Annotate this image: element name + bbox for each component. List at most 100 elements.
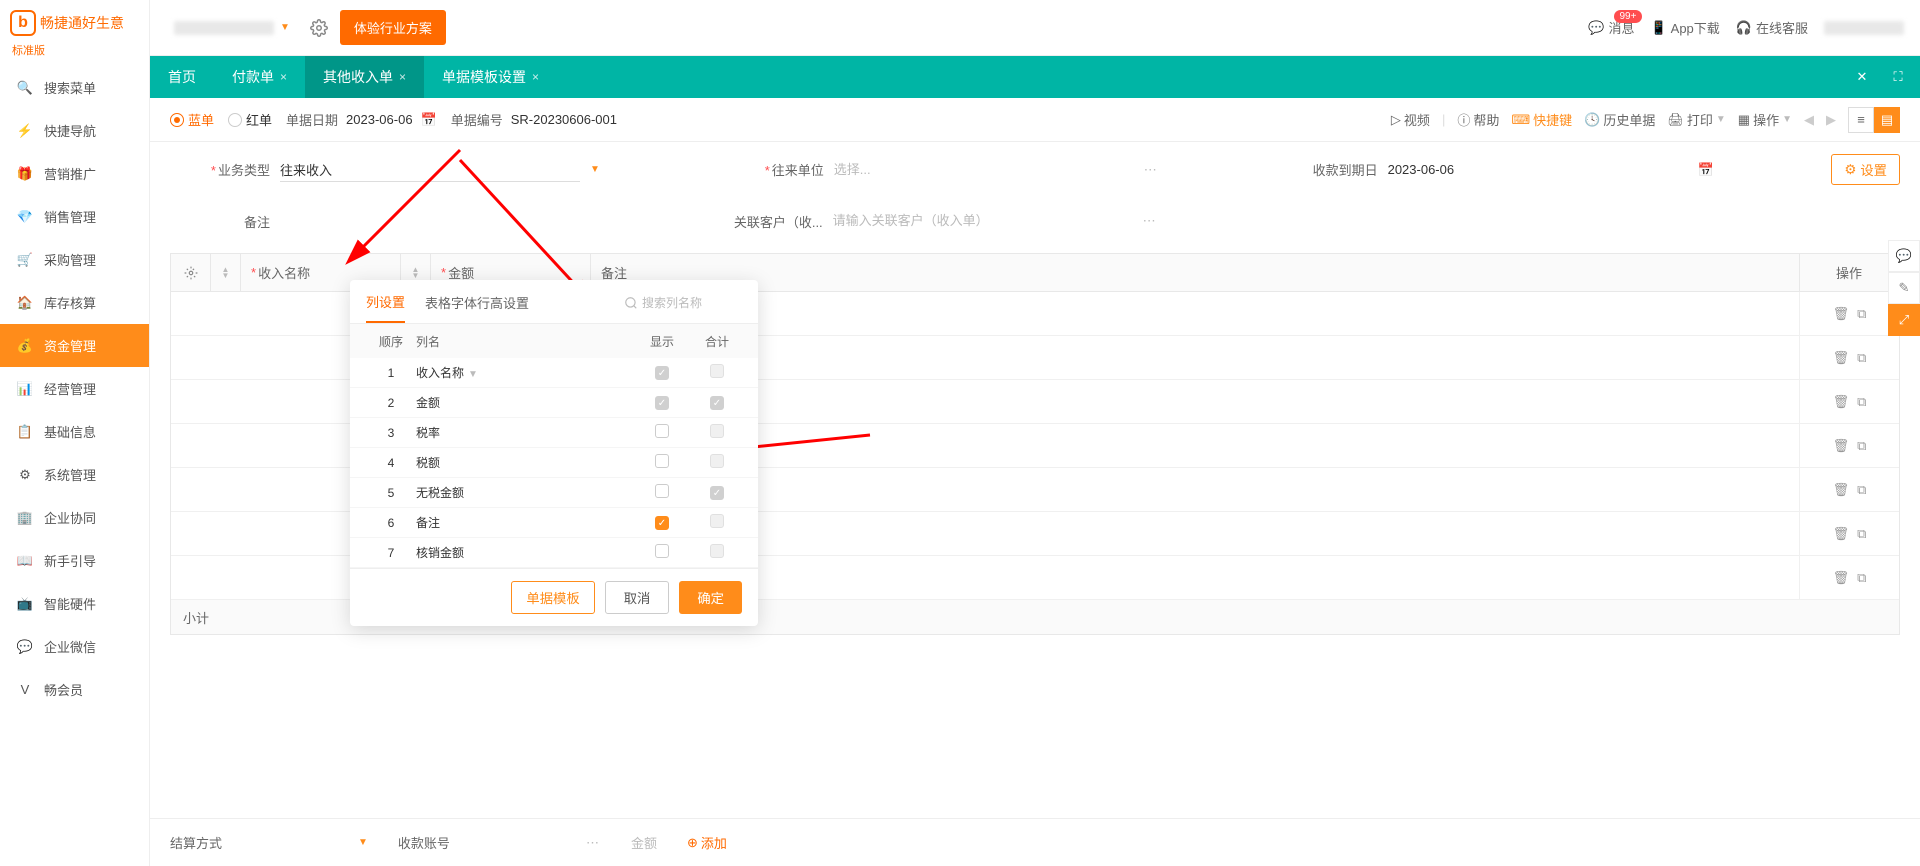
sidebar-item-3[interactable]: 💎销售管理	[0, 195, 149, 238]
trial-button[interactable]: 体验行业方案	[340, 10, 446, 45]
sidebar-item-12[interactable]: 📺智能硬件	[0, 582, 149, 625]
close-icon[interactable]: ×	[280, 70, 287, 84]
sidebar-item-11[interactable]: 📖新手引导	[0, 539, 149, 582]
tab-1[interactable]: 付款单×	[214, 56, 305, 98]
copy-icon[interactable]: ⧉	[1857, 350, 1866, 366]
video-button[interactable]: ▷视频	[1391, 110, 1430, 129]
sidebar-item-4[interactable]: 🛒采购管理	[0, 238, 149, 281]
chevron-down-icon[interactable]: ▼	[468, 369, 478, 380]
delete-icon[interactable]: 🗑	[1833, 570, 1850, 586]
shortcut-button[interactable]: ⌨快捷键	[1511, 110, 1572, 129]
sum-checkbox[interactable]	[710, 424, 724, 438]
tab-column-settings[interactable]: 列设置	[366, 292, 405, 323]
delete-icon[interactable]: 🗑	[1833, 350, 1850, 366]
sidebar-item-5[interactable]: 🏠库存核算	[0, 281, 149, 324]
messages-button[interactable]: 💬 消息 99+	[1588, 18, 1634, 37]
more-icon[interactable]: ⋯	[1143, 213, 1158, 229]
side-tab-chat-icon[interactable]: 💬	[1888, 240, 1920, 272]
sidebar-item-8[interactable]: 📋基础信息	[0, 410, 149, 453]
show-checkbox[interactable]	[655, 396, 669, 410]
chevron-down-icon[interactable]: ▼	[358, 837, 368, 848]
copy-icon[interactable]: ⧉	[1857, 394, 1866, 410]
close-icon[interactable]: ×	[399, 70, 406, 84]
more-icon[interactable]: ⋯	[1144, 162, 1159, 178]
copy-icon[interactable]: ⧉	[1857, 438, 1866, 454]
sidebar-item-10[interactable]: 🏢企业协同	[0, 496, 149, 539]
delete-icon[interactable]: 🗑	[1833, 306, 1850, 322]
copy-icon[interactable]: ⧉	[1857, 570, 1866, 586]
operate-button[interactable]: ▦操作▼	[1738, 110, 1792, 129]
sidebar-item-0[interactable]: 🔍搜索菜单	[0, 66, 149, 109]
due-date-input[interactable]	[1388, 158, 1688, 182]
chevron-down-icon[interactable]: ▼	[590, 164, 600, 175]
ok-button[interactable]: 确定	[679, 581, 742, 614]
tab-row-height[interactable]: 表格字体行高设置	[425, 293, 529, 322]
sum-checkbox[interactable]	[710, 454, 724, 468]
search-column-input[interactable]	[642, 296, 742, 310]
show-checkbox[interactable]	[655, 454, 669, 468]
delete-icon[interactable]: 🗑	[1833, 482, 1850, 498]
table-settings-icon[interactable]	[171, 254, 211, 291]
copy-icon[interactable]: ⧉	[1857, 482, 1866, 498]
calendar-icon[interactable]: 📅	[1698, 162, 1714, 178]
delete-icon[interactable]: 🗑	[1833, 394, 1850, 410]
tab-0[interactable]: 首页	[150, 56, 214, 98]
radio-blue[interactable]: 蓝单	[170, 110, 214, 129]
side-tab-edit-icon[interactable]: ✎	[1888, 272, 1920, 304]
delete-icon[interactable]: 🗑	[1833, 438, 1850, 454]
app-download-button[interactable]: 📱 App下载	[1650, 18, 1719, 37]
sidebar-item-1[interactable]: ⚡快捷导航	[0, 109, 149, 152]
tab-2[interactable]: 其他收入单×	[305, 56, 424, 98]
print-button[interactable]: 🖨打印▼	[1667, 110, 1725, 129]
show-checkbox[interactable]	[655, 424, 669, 438]
sidebar-item-7[interactable]: 📊经营管理	[0, 367, 149, 410]
cancel-button[interactable]: 取消	[605, 581, 670, 614]
sidebar-label: 基础信息	[44, 422, 96, 441]
sidebar-item-9[interactable]: ⚙系统管理	[0, 453, 149, 496]
show-checkbox[interactable]	[655, 544, 669, 558]
sidebar-item-14[interactable]: V畅会员	[0, 668, 149, 711]
copy-icon[interactable]: ⧉	[1857, 526, 1866, 542]
prev-icon[interactable]: ◀	[1804, 112, 1814, 128]
user-name-blurred	[1824, 21, 1904, 35]
add-button[interactable]: ⊕ 添加	[687, 833, 727, 852]
delete-icon[interactable]: 🗑	[1833, 526, 1850, 542]
side-tab-expand-icon[interactable]: ⤢	[1888, 304, 1920, 336]
close-icon[interactable]: ×	[532, 70, 539, 84]
sidebar-item-2[interactable]: 🎁营销推广	[0, 152, 149, 195]
gear-icon[interactable]	[310, 19, 328, 37]
unit-input[interactable]	[834, 158, 1134, 182]
sum-checkbox[interactable]	[710, 514, 724, 528]
sidebar-item-6[interactable]: 💰资金管理	[0, 324, 149, 367]
doc-date-value[interactable]: 2023-06-06	[346, 112, 413, 127]
view-list-icon[interactable]: ≡	[1848, 107, 1874, 133]
link-customer-input[interactable]	[833, 209, 1133, 233]
settings-button[interactable]: ⚙设置	[1831, 154, 1900, 185]
sum-checkbox[interactable]	[710, 396, 724, 410]
copy-icon[interactable]: ⧉	[1857, 306, 1866, 322]
sidebar-item-13[interactable]: 💬企业微信	[0, 625, 149, 668]
tab-3[interactable]: 单据模板设置×	[424, 56, 557, 98]
template-button[interactable]: 单据模板	[511, 581, 594, 614]
sum-checkbox[interactable]	[710, 544, 724, 558]
history-button[interactable]: 🕓历史单据	[1584, 110, 1655, 129]
online-service-button[interactable]: 🎧 在线客服	[1736, 18, 1808, 37]
show-checkbox[interactable]	[655, 516, 669, 530]
message-badge: 99+	[1614, 10, 1643, 23]
sum-checkbox[interactable]	[710, 486, 724, 500]
fullscreen-icon[interactable]: ⛶	[1884, 63, 1912, 91]
more-icon[interactable]: ⋯	[586, 835, 601, 851]
calendar-icon[interactable]: 📅	[421, 112, 437, 128]
view-detail-icon[interactable]: ▤	[1874, 107, 1900, 133]
show-checkbox[interactable]	[655, 484, 669, 498]
radio-red[interactable]: 红单	[228, 110, 272, 129]
show-checkbox[interactable]	[655, 366, 669, 380]
sort-icon[interactable]: ▲▼	[211, 254, 241, 291]
org-selector[interactable]: ▼	[166, 17, 298, 39]
sum-checkbox[interactable]	[710, 364, 724, 378]
help-button[interactable]: ⓘ帮助	[1457, 110, 1499, 129]
remark-input[interactable]	[280, 209, 580, 233]
close-tab-icon[interactable]: ✕	[1848, 63, 1876, 91]
biz-type-input[interactable]	[280, 158, 580, 182]
next-icon[interactable]: ▶	[1826, 112, 1836, 128]
